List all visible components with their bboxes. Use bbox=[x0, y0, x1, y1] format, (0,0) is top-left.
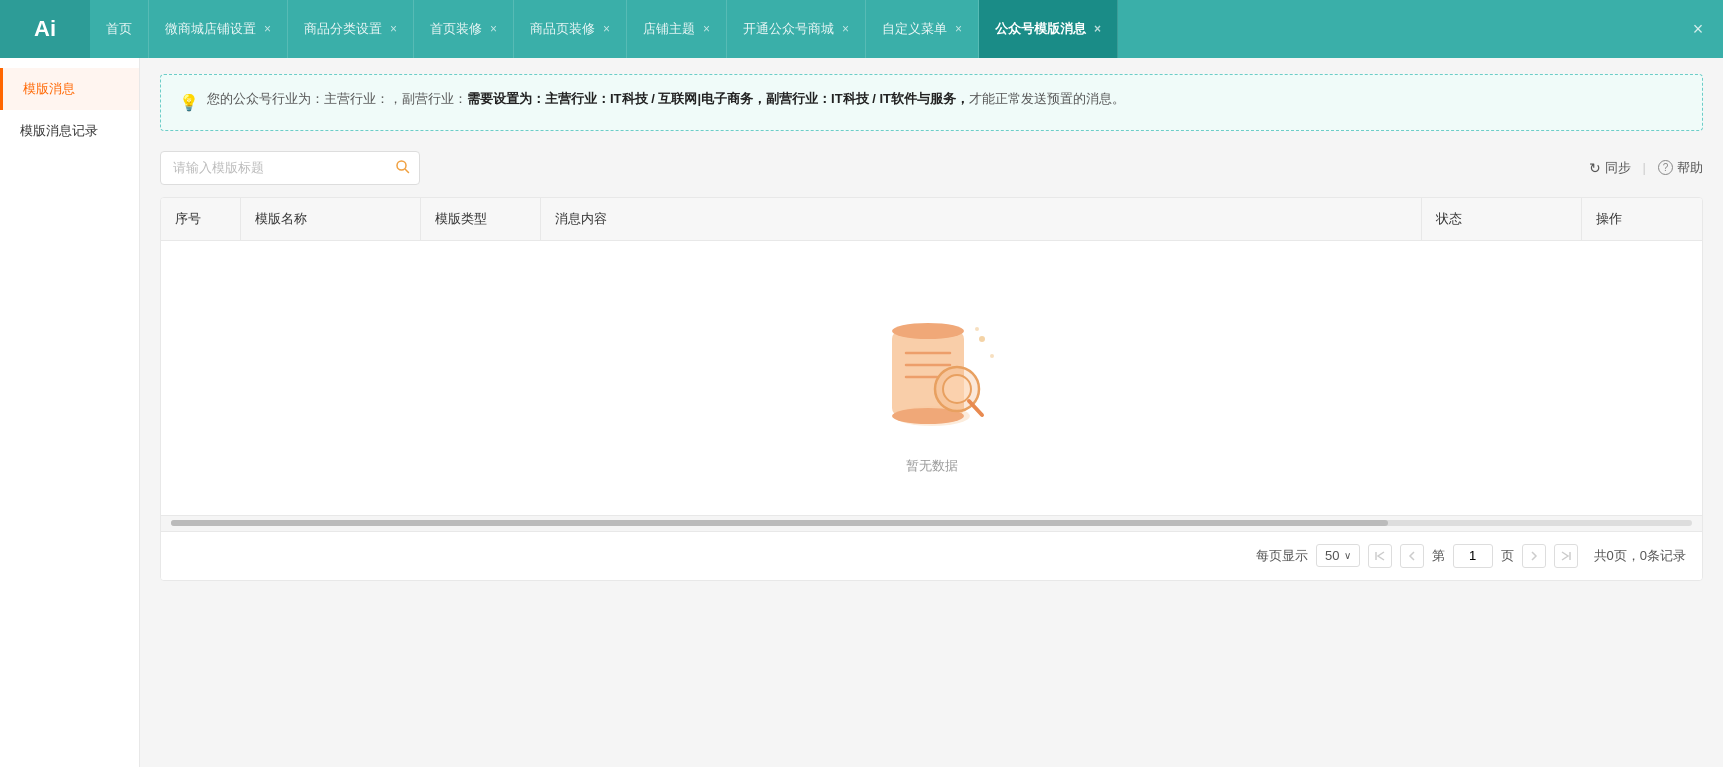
search-icon[interactable] bbox=[395, 159, 410, 177]
close-tab-icon[interactable]: × bbox=[603, 23, 610, 35]
empty-text: 暂无数据 bbox=[906, 457, 958, 475]
close-tab-icon[interactable]: × bbox=[1094, 23, 1101, 35]
first-page-icon bbox=[1374, 550, 1386, 562]
nav-tab-home[interactable]: 首页 bbox=[90, 0, 149, 58]
nav-tab-label: 店铺主题 bbox=[643, 20, 695, 38]
help-icon: ? bbox=[1658, 160, 1673, 175]
page-label-after: 页 bbox=[1501, 547, 1514, 565]
scrollbar-thumb[interactable] bbox=[171, 520, 1388, 526]
scrollbar-area[interactable] bbox=[161, 515, 1702, 531]
svg-point-0 bbox=[397, 161, 406, 170]
last-page-button[interactable] bbox=[1554, 544, 1578, 568]
nav-tab-label: 首页 bbox=[106, 20, 132, 38]
notice-icon: 💡 bbox=[179, 90, 199, 116]
nav-tab-store-theme[interactable]: 店铺主题 × bbox=[627, 0, 727, 58]
notice-banner: 💡 您的公众号行业为：主营行业：，副营行业：需要设置为：主营行业：IT科技 / … bbox=[160, 74, 1703, 131]
close-tab-icon[interactable]: × bbox=[703, 23, 710, 35]
svg-point-12 bbox=[979, 336, 985, 342]
nav-tab-home-decor[interactable]: 首页装修 × bbox=[414, 0, 514, 58]
nav-tab-label: 自定义菜单 bbox=[882, 20, 947, 38]
help-label: 帮助 bbox=[1677, 159, 1703, 177]
toolbar-divider: | bbox=[1643, 160, 1646, 175]
next-page-icon bbox=[1528, 550, 1540, 562]
close-tab-icon[interactable]: × bbox=[490, 23, 497, 35]
column-header-name: 模版名称 bbox=[241, 198, 421, 240]
nav-tab-micro-store[interactable]: 微商城店铺设置 × bbox=[149, 0, 288, 58]
search-bar: ↻ 同步 | ? 帮助 bbox=[160, 151, 1703, 185]
sidebar-item-template-msg[interactable]: 模版消息 bbox=[0, 68, 139, 110]
sync-label: 同步 bbox=[1605, 159, 1631, 177]
notice-text: 您的公众号行业为：主营行业：，副营行业：需要设置为：主营行业：IT科技 / 互联… bbox=[207, 89, 1125, 110]
svg-line-1 bbox=[406, 169, 409, 172]
close-tab-icon[interactable]: × bbox=[264, 23, 271, 35]
nav-tab-product-category[interactable]: 商品分类设置 × bbox=[288, 0, 414, 58]
svg-line-11 bbox=[969, 401, 982, 415]
prev-page-icon bbox=[1406, 550, 1418, 562]
nav-tab-label: 商品页装修 bbox=[530, 20, 595, 38]
table-header: 序号 模版名称 模版类型 消息内容 状态 操作 bbox=[161, 198, 1702, 241]
nav-tab-open-mall[interactable]: 开通公众号商城 × bbox=[727, 0, 866, 58]
close-tab-icon[interactable]: × bbox=[842, 23, 849, 35]
empty-state: 暂无数据 bbox=[161, 241, 1702, 515]
table-container: 序号 模版名称 模版类型 消息内容 状态 操作 bbox=[160, 197, 1703, 581]
search-input-wrapper bbox=[160, 151, 420, 185]
page-size-select[interactable]: 50 ∨ bbox=[1316, 544, 1359, 567]
close-tab-icon[interactable]: × bbox=[390, 23, 397, 35]
column-header-content: 消息内容 bbox=[541, 198, 1422, 240]
sync-icon: ↻ bbox=[1589, 160, 1601, 176]
notice-text-after: 才能正常发送预置的消息。 bbox=[969, 91, 1125, 106]
notice-text-before: 您的公众号行业为：主营行业：，副营行业： bbox=[207, 91, 467, 106]
top-nav: Ai 首页 微商城店铺设置 × 商品分类设置 × 首页装修 × 商品页装修 × … bbox=[0, 0, 1723, 58]
page-size-label: 每页显示 bbox=[1256, 547, 1308, 565]
main-layout: 模版消息 模版消息记录 💡 您的公众号行业为：主营行业：，副营行业：需要设置为：… bbox=[0, 58, 1723, 767]
scrollbar-track bbox=[171, 520, 1692, 526]
toolbar-right: ↻ 同步 | ? 帮助 bbox=[1589, 159, 1703, 177]
sidebar: 模版消息 模版消息记录 bbox=[0, 58, 140, 767]
nav-tabs: 首页 微商城店铺设置 × 商品分类设置 × 首页装修 × 商品页装修 × 店铺主… bbox=[90, 0, 1673, 58]
close-tab-icon[interactable]: × bbox=[955, 23, 962, 35]
close-all-button[interactable]: × bbox=[1673, 0, 1723, 58]
nav-tab-label: 商品分类设置 bbox=[304, 20, 382, 38]
help-button[interactable]: ? 帮助 bbox=[1658, 159, 1703, 177]
nav-tab-custom-menu[interactable]: 自定义菜单 × bbox=[866, 0, 979, 58]
nav-tab-label: 首页装修 bbox=[430, 20, 482, 38]
nav-tab-template-msg[interactable]: 公众号模版消息 × bbox=[979, 0, 1118, 58]
column-header-type: 模版类型 bbox=[421, 198, 541, 240]
sidebar-item-label: 模版消息记录 bbox=[20, 123, 98, 138]
prev-page-button[interactable] bbox=[1400, 544, 1424, 568]
page-label-before: 第 bbox=[1432, 547, 1445, 565]
svg-point-10 bbox=[943, 375, 971, 403]
total-records: 共0页，0条记录 bbox=[1594, 547, 1686, 565]
sync-button[interactable]: ↻ 同步 bbox=[1589, 159, 1631, 177]
svg-point-14 bbox=[975, 327, 979, 331]
next-page-button[interactable] bbox=[1522, 544, 1546, 568]
column-header-status: 状态 bbox=[1422, 198, 1582, 240]
sidebar-item-template-record[interactable]: 模版消息记录 bbox=[0, 110, 139, 152]
nav-tab-product-decor[interactable]: 商品页装修 × bbox=[514, 0, 627, 58]
nav-tab-label: 微商城店铺设置 bbox=[165, 20, 256, 38]
chevron-down-icon: ∨ bbox=[1344, 550, 1351, 561]
nav-tab-label: 开通公众号商城 bbox=[743, 20, 834, 38]
sidebar-item-label: 模版消息 bbox=[23, 81, 75, 96]
nav-tab-label: 公众号模版消息 bbox=[995, 20, 1086, 38]
empty-illustration bbox=[862, 301, 1002, 441]
first-page-button[interactable] bbox=[1368, 544, 1392, 568]
search-input[interactable] bbox=[160, 151, 420, 185]
pagination: 每页显示 50 ∨ 第 页 bbox=[161, 531, 1702, 580]
brand-logo: Ai bbox=[0, 0, 90, 58]
page-size-value: 50 bbox=[1325, 548, 1339, 563]
last-page-icon bbox=[1560, 550, 1572, 562]
page-number-input[interactable] bbox=[1453, 544, 1493, 568]
content-area: 💡 您的公众号行业为：主营行业：，副营行业：需要设置为：主营行业：IT科技 / … bbox=[140, 58, 1723, 767]
svg-point-4 bbox=[892, 323, 964, 339]
column-header-action: 操作 bbox=[1582, 198, 1702, 240]
svg-point-13 bbox=[990, 354, 994, 358]
notice-highlight: 需要设置为：主营行业：IT科技 / 互联网|电子商务，副营行业：IT科技 / I… bbox=[467, 91, 969, 106]
column-header-index: 序号 bbox=[161, 198, 241, 240]
